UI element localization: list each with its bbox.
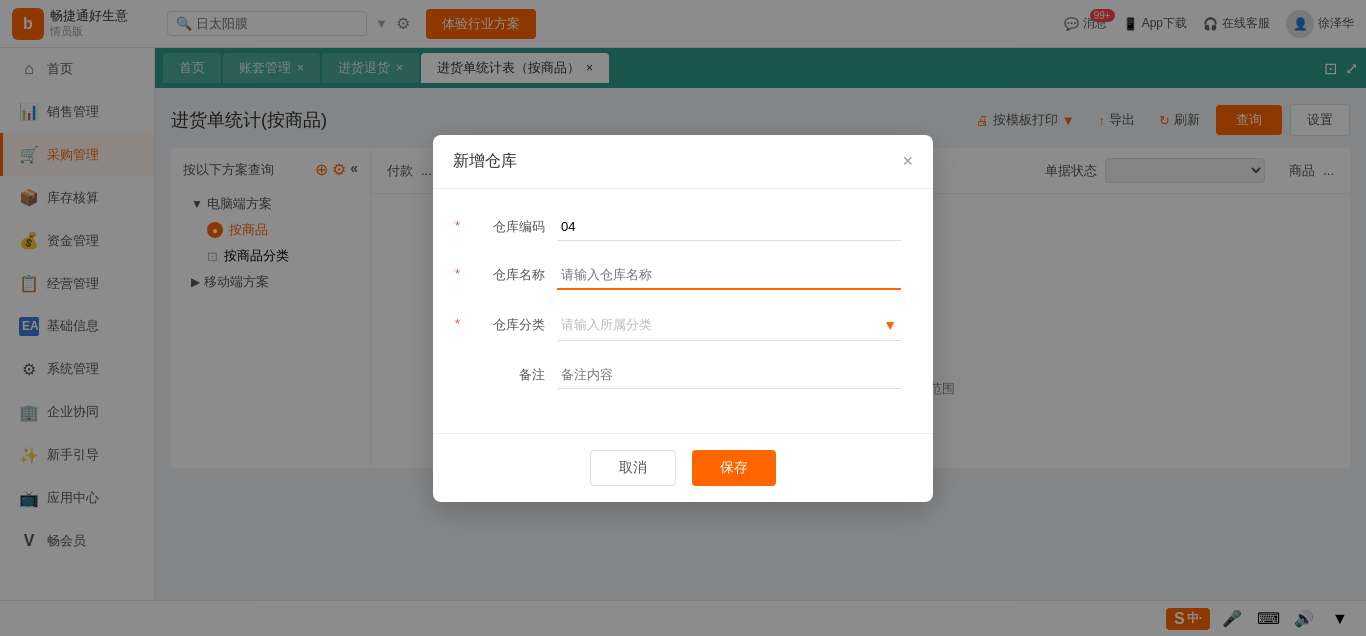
form-row-category: 仓库分类 请输入所属分类 ▼	[465, 310, 901, 341]
category-label: 仓库分类	[465, 316, 545, 334]
modal-title: 新增仓库	[453, 151, 517, 172]
modal-add-warehouse: 新增仓库 × 仓库编码 仓库名称 仓库分类 请输入所属分类 ▼	[433, 135, 933, 502]
cancel-button[interactable]: 取消	[590, 450, 676, 486]
modal-overlay[interactable]: 新增仓库 × 仓库编码 仓库名称 仓库分类 请输入所属分类 ▼	[0, 0, 1366, 636]
category-select[interactable]: 请输入所属分类 ▼	[557, 310, 901, 341]
form-row-note: 备注	[465, 361, 901, 389]
code-input[interactable]	[557, 213, 901, 241]
modal-body: 仓库编码 仓库名称 仓库分类 请输入所属分类 ▼ 备注	[433, 189, 933, 433]
modal-footer: 取消 保存	[433, 433, 933, 502]
note-input[interactable]	[557, 361, 901, 389]
note-label: 备注	[465, 366, 545, 384]
modal-header: 新增仓库 ×	[433, 135, 933, 189]
form-row-code: 仓库编码	[465, 213, 901, 241]
modal-close-button[interactable]: ×	[902, 151, 913, 172]
name-input[interactable]	[557, 261, 901, 290]
form-row-name: 仓库名称	[465, 261, 901, 290]
name-label: 仓库名称	[465, 266, 545, 284]
category-dropdown-icon[interactable]: ▼	[883, 317, 897, 333]
category-placeholder: 请输入所属分类	[561, 316, 652, 334]
save-button[interactable]: 保存	[692, 450, 776, 486]
code-label: 仓库编码	[465, 218, 545, 236]
